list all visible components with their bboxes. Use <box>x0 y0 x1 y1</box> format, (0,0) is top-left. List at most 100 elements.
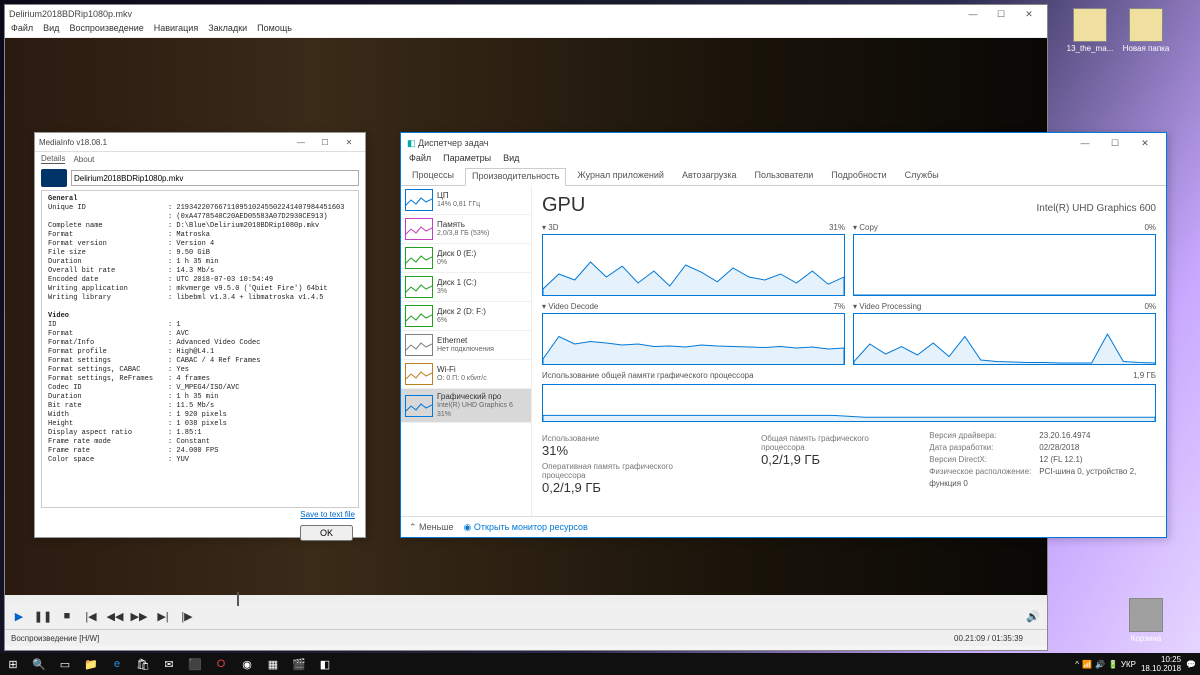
taskmgr-icon: ◧ <box>407 138 416 149</box>
chrome-icon[interactable]: ◉ <box>234 653 260 675</box>
mediainfo-tabs: Details About <box>35 152 365 166</box>
chart-shared-mem[interactable] <box>542 384 1156 422</box>
mediainfo-titlebar[interactable]: MediaInfo v18.08.1 — ☐ ✕ <box>35 133 365 152</box>
recycle-bin-icon[interactable]: Корзина <box>1122 598 1170 643</box>
ok-button[interactable]: OK <box>300 525 353 541</box>
search-icon[interactable]: 🔍 <box>26 653 52 675</box>
save-to-file-link[interactable]: Save to text file <box>300 510 355 519</box>
perf-sidebar-item[interactable]: Память2,0/3,8 ГБ (53%) <box>401 215 531 244</box>
menu-item[interactable]: Параметры <box>443 153 491 167</box>
close-button[interactable]: ✕ <box>1130 138 1160 149</box>
menu-item[interactable]: Помощь <box>257 23 292 37</box>
app-icon[interactable]: ⬛ <box>182 653 208 675</box>
menu-item[interactable]: Файл <box>409 153 431 167</box>
player-taskbar-icon[interactable]: 🎬 <box>286 653 312 675</box>
desktop-icon[interactable]: 13_the_ma... <box>1066 8 1114 53</box>
start-button[interactable]: ⊞ <box>0 653 26 675</box>
tab-about[interactable]: About <box>73 155 94 164</box>
menu-item[interactable]: Вид <box>503 153 519 167</box>
opera-icon[interactable]: O <box>208 653 234 675</box>
file-path-input[interactable] <box>71 170 359 186</box>
maximize-button[interactable]: ☐ <box>313 138 337 147</box>
system-tray[interactable]: ^ 📶 🔊 🔋 УКР 10:2518.10.2018 💬 <box>1075 655 1200 673</box>
seek-bar[interactable] <box>5 595 1047 603</box>
player-titlebar[interactable]: Delirium2018BDRip1080p.mkv — ☐ ✕ <box>5 5 1047 23</box>
player-menu: Файл Вид Воспроизведение Навигация Закла… <box>5 23 1047 38</box>
taskmgr-titlebar[interactable]: ◧ Диспетчер задач — ☐ ✕ <box>401 133 1166 153</box>
close-button[interactable]: ✕ <box>337 138 361 147</box>
menu-item[interactable]: Файл <box>11 23 33 37</box>
clock[interactable]: 10:2518.10.2018 <box>1139 655 1183 673</box>
gpu-info: Версия драйвера:23.20.16.4974Дата разраб… <box>929 430 1156 495</box>
window-title: Диспетчер задач <box>418 138 488 148</box>
stop-button[interactable]: ■ <box>57 607 77 625</box>
minimize-button[interactable]: — <box>959 9 987 19</box>
perf-sidebar-item[interactable]: Диск 0 (E:)0% <box>401 244 531 273</box>
tray-icon[interactable]: ^ <box>1075 660 1079 669</box>
taskmgr-footer: ⌃ Меньше ◉ Открыть монитор ресурсов <box>401 516 1166 537</box>
play-button[interactable]: ▶ <box>9 607 29 625</box>
menu-item[interactable]: Воспроизведение <box>69 23 143 37</box>
tab-startup[interactable]: Автозагрузка <box>675 167 744 185</box>
tab-performance[interactable]: Производительность <box>465 168 566 186</box>
mediainfo-logo-icon <box>41 169 67 187</box>
app-icon[interactable]: ▦ <box>260 653 286 675</box>
gpu-heading: GPU <box>542 194 585 217</box>
chart-3d[interactable] <box>542 234 845 296</box>
forward-button[interactable]: ▶▶ <box>129 607 149 625</box>
battery-icon[interactable]: 🔋 <box>1108 660 1118 669</box>
fewer-details-button[interactable]: ⌃ Меньше <box>409 522 454 533</box>
lang-indicator[interactable]: УКР <box>1121 660 1136 669</box>
menu-item[interactable]: Навигация <box>154 23 198 37</box>
edge-icon[interactable]: e <box>104 653 130 675</box>
volume-icon[interactable]: 🔊 <box>1095 660 1105 669</box>
minimize-button[interactable]: — <box>289 138 313 147</box>
desktop-icon[interactable]: Новая папка <box>1122 8 1170 53</box>
prev-button[interactable]: |◀ <box>81 607 101 625</box>
close-button[interactable]: ✕ <box>1015 9 1043 20</box>
taskmgr-tabs: Процессы Производительность Журнал прило… <box>401 167 1166 186</box>
tab-details[interactable]: Details <box>41 154 65 164</box>
player-title: Delirium2018BDRip1080p.mkv <box>9 9 132 19</box>
maximize-button[interactable]: ☐ <box>1100 138 1130 149</box>
step-button[interactable]: |▶ <box>177 607 197 625</box>
store-icon[interactable]: 🛍 <box>130 653 156 675</box>
minimize-button[interactable]: — <box>1070 138 1100 148</box>
perf-sidebar: ЦП14% 0,81 ГГцПамять2,0/3,8 ГБ (53%)Диск… <box>401 186 532 516</box>
gpu-name: Intel(R) UHD Graphics 600 <box>1037 203 1156 214</box>
wifi-icon[interactable]: 📶 <box>1082 660 1092 669</box>
tab-processes[interactable]: Процессы <box>405 167 461 185</box>
perf-sidebar-item[interactable]: Wi-FiО: 0 П: 0 кбит/с <box>401 360 531 389</box>
mediainfo-window: MediaInfo v18.08.1 — ☐ ✕ Details About G… <box>34 132 366 538</box>
tab-users[interactable]: Пользователи <box>748 167 821 185</box>
menu-item[interactable]: Вид <box>43 23 59 37</box>
window-title: MediaInfo v18.08.1 <box>39 138 107 147</box>
taskmgr-menu: Файл Параметры Вид <box>401 153 1166 167</box>
chart-copy[interactable] <box>853 234 1156 296</box>
tab-details[interactable]: Подробности <box>824 167 893 185</box>
volume-icon[interactable]: 🔊 <box>1023 607 1043 625</box>
open-resmon-link[interactable]: ◉ Открыть монитор ресурсов <box>464 522 588 533</box>
status-text: Воспроизведение [H/W] <box>11 634 99 643</box>
perf-sidebar-item[interactable]: ЦП14% 0,81 ГГц <box>401 186 531 215</box>
chart-video-decode[interactable] <box>542 313 845 365</box>
perf-sidebar-item[interactable]: Диск 1 (C:)3% <box>401 273 531 302</box>
menu-item[interactable]: Закладки <box>208 23 247 37</box>
rewind-button[interactable]: ◀◀ <box>105 607 125 625</box>
chart-video-processing[interactable] <box>853 313 1156 365</box>
tab-apphistory[interactable]: Журнал приложений <box>570 167 671 185</box>
perf-sidebar-item[interactable]: Диск 2 (D: F:)6% <box>401 302 531 331</box>
taskmgr-taskbar-icon[interactable]: ◧ <box>312 653 338 675</box>
mail-icon[interactable]: ✉ <box>156 653 182 675</box>
next-button[interactable]: ▶| <box>153 607 173 625</box>
explorer-icon[interactable]: 📁 <box>78 653 104 675</box>
perf-sidebar-item[interactable]: EthernetНет подключения <box>401 331 531 360</box>
pause-button[interactable]: ❚❚ <box>33 607 53 625</box>
notifications-icon[interactable]: 💬 <box>1186 660 1196 669</box>
tab-services[interactable]: Службы <box>898 167 946 185</box>
mediainfo-details[interactable]: GeneralUnique ID: 2193422076671109510245… <box>41 190 359 508</box>
player-statusbar: Воспроизведение [H/W] 00.21:09 / 01:35:3… <box>5 629 1047 646</box>
perf-sidebar-item[interactable]: Графический проIntel(R) UHD Graphics 631… <box>401 389 531 423</box>
maximize-button[interactable]: ☐ <box>987 9 1015 20</box>
taskview-icon[interactable]: ▭ <box>52 653 78 675</box>
